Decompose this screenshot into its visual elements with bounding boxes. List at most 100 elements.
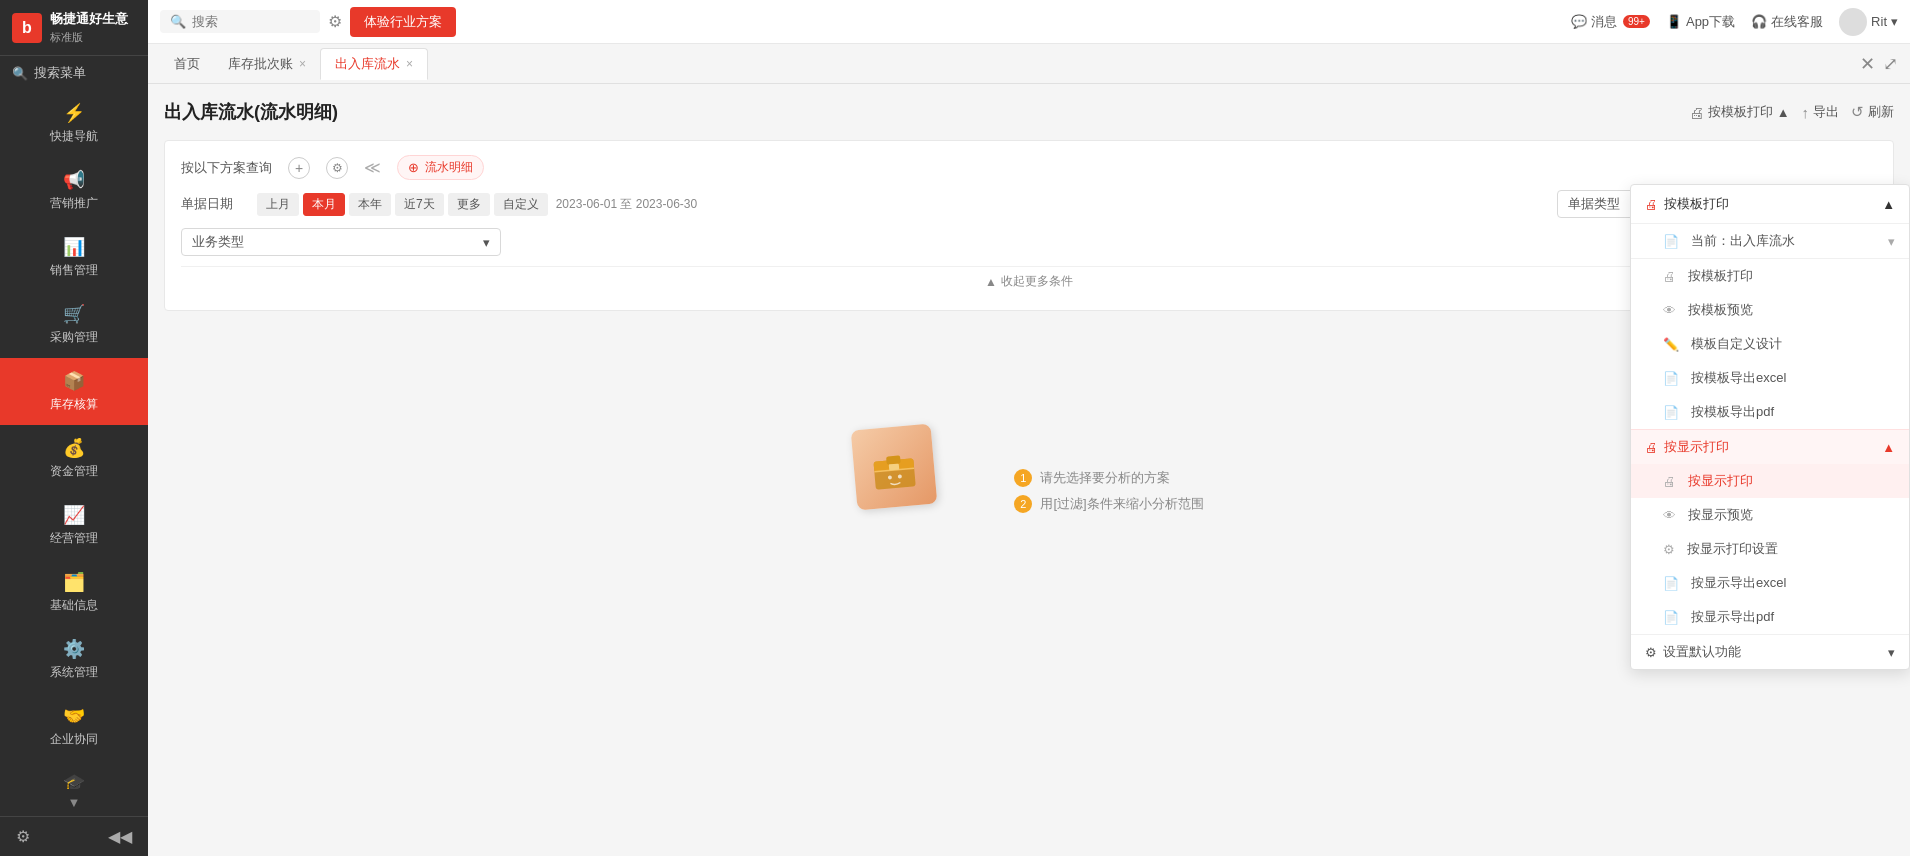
pdf-icon: 📄 [1663,610,1679,625]
app-download-btn[interactable]: 📱 App下载 [1666,13,1735,31]
customer-service-btn[interactable]: 🎧 在线客服 [1751,13,1823,31]
search-icon: 🔍 [170,14,186,29]
dropdown-current-label: 当前：出入库流水 [1691,232,1795,250]
date-last7-btn[interactable]: 近7天 [395,193,444,216]
settings-icon: ⚙ [1663,542,1675,557]
sidebar-item-sales[interactable]: 📊 销售管理 [0,224,148,291]
sidebar-item-system[interactable]: ⚙️ 系统管理 [0,626,148,693]
filter-section-label: 按以下方案查询 [181,159,272,177]
chevron-down-icon: ▾ [483,235,490,250]
sidebar-search[interactable]: 🔍 搜索菜单 [0,56,148,90]
dropdown-item-template-excel[interactable]: 📄 按模板导出excel [1631,361,1909,395]
dropdown-panel: 🖨 按模板打印 ▲ 📄 当前：出入库流水 ▾ 🖨 按模板打印 👁 按模板预览 [1630,184,1910,670]
sidebar-item-inventory[interactable]: 📦 库存核算 [0,358,148,425]
date-curr-month-btn[interactable]: 本月 [303,193,345,216]
empty-step-1: 1 请先选择要分析的方案 [1014,469,1203,487]
sidebar-item-label: 基础信息 [50,597,98,614]
dropdown-current-item[interactable]: 📄 当前：出入库流水 ▾ [1631,224,1909,258]
filter-settings-icon-btn[interactable]: ⚙ [326,157,348,179]
sidebar-item-quick-nav[interactable]: ⚡ 快捷导航 [0,90,148,157]
collapse-label: 收起更多条件 [1001,273,1073,290]
display-section-header[interactable]: 🖨 按显示打印 ▲ [1631,429,1909,464]
page-actions: 🖨 按模板打印 ▲ ↑ 导出 ↺ 刷新 [1689,103,1894,121]
dropdown-item-display-excel[interactable]: 📄 按显示导出excel [1631,566,1909,600]
sidebar-collapse-btn[interactable]: ◀◀ [108,827,132,846]
date-curr-year-btn[interactable]: 本年 [349,193,391,216]
dropdown-item-template-custom[interactable]: ✏️ 模板自定义设计 [1631,327,1909,361]
sidebar-nav: 📢 营销推广 📊 销售管理 🛒 采购管理 📦 库存核算 💰 资金管理 📈 经营管… [0,157,148,789]
export-icon: ↑ [1802,104,1810,121]
trial-btn[interactable]: 体验行业方案 [350,7,456,37]
search-input[interactable] [192,14,310,29]
app-name: 畅捷通好生意 [50,10,128,28]
chevron-down-icon: ▾ [1888,645,1895,660]
app-download-icon: 📱 [1666,14,1682,29]
dropdown-header[interactable]: 🖨 按模板打印 ▲ [1631,185,1909,224]
sidebar-item-label: 快捷导航 [50,128,98,145]
filter-tag-icon: ⊕ [408,160,419,175]
tab-batch[interactable]: 库存批次账 × [214,49,320,79]
empty-box-icon [851,424,938,511]
headset-icon: 🎧 [1751,14,1767,29]
dropdown-item-template-pdf[interactable]: 📄 按模板导出pdf [1631,395,1909,429]
document-icon: 📄 [1663,234,1679,249]
dropdown-footer-settings[interactable]: ⚙ 设置默认功能 ▾ [1631,634,1909,669]
tab-flow[interactable]: 出入库流水 × [320,48,428,80]
sidebar-item-finance[interactable]: 💰 资金管理 [0,425,148,492]
tab-home-label: 首页 [174,55,200,73]
dropdown-item-display-preview[interactable]: 👁 按显示预览 [1631,498,1909,532]
filter-row-top: 按以下方案查询 + ⚙ ≪ ⊕ 流水明细 [181,155,1877,180]
sidebar-item-basic[interactable]: 🗂️ 基础信息 [0,559,148,626]
topbar-left: 🔍 ⚙ 体验行业方案 [160,7,456,37]
user-avatar-area[interactable]: Rit ▾ [1839,8,1898,36]
sidebar-item-label: 采购管理 [50,329,98,346]
date-custom-btn[interactable]: 自定义 [494,193,548,216]
svg-rect-2 [886,455,901,464]
step1-label: 请先选择要分析的方案 [1040,469,1170,487]
date-prev-month-btn[interactable]: 上月 [257,193,299,216]
template-print-btn[interactable]: 🖨 按模板打印 ▲ [1689,103,1790,121]
biz-type-select[interactable]: 业务类型 ▾ [181,228,501,256]
export-label: 导出 [1813,103,1839,121]
tab-area-close-btn[interactable]: ✕ [1860,53,1875,75]
biz-type-label: 业务类型 [192,233,244,251]
sidebar-item-purchase[interactable]: 🛒 采购管理 [0,291,148,358]
sidebar-item-marketing[interactable]: 📢 营销推广 [0,157,148,224]
item-label: 按模板打印 [1688,267,1753,285]
refresh-label: 刷新 [1868,103,1894,121]
dropdown-item-display-print[interactable]: 🖨 按显示打印 [1631,464,1909,498]
sidebar-item-label: 系统管理 [50,664,98,681]
search-box[interactable]: 🔍 [160,10,320,33]
active-filter-tag[interactable]: ⊕ 流水明细 [397,155,484,180]
refresh-btn[interactable]: ↺ 刷新 [1851,103,1894,121]
dropdown-item-display-pdf[interactable]: 📄 按显示导出pdf [1631,600,1909,634]
tab-flow-close[interactable]: × [406,57,413,71]
filter-collapse-btn[interactable]: ≪ [364,158,381,177]
tab-area-expand-btn[interactable]: ⤢ [1883,53,1898,75]
sidebar-settings-btn[interactable]: ⚙ [16,827,30,846]
sidebar: b 畅捷通好生意 标准版 🔍 搜索菜单 ⚡ 快捷导航 📢 营销推广 📊 销售管理… [0,0,148,856]
sidebar-item-operations[interactable]: 📈 经营管理 [0,492,148,559]
date-range: 2023-06-01 至 2023-06-30 [556,196,697,213]
sidebar-item-guide[interactable]: 🎓 新手引导 [0,760,148,789]
message-btn[interactable]: 💬 消息 99+ [1571,13,1650,31]
tab-home[interactable]: 首页 [160,49,214,79]
sidebar-scroll-down[interactable]: ▼ [0,789,148,816]
dropdown-item-template-preview[interactable]: 👁 按模板预览 [1631,293,1909,327]
filter-row-biz: 业务类型 ▾ 仓库 ··· [181,228,1877,256]
pdf-icon: 📄 [1663,405,1679,420]
dropdown-item-template-print[interactable]: 🖨 按模板打印 [1631,259,1909,293]
export-btn[interactable]: ↑ 导出 [1802,103,1840,121]
gear-icon[interactable]: ⚙ [328,12,342,31]
dropdown-item-display-settings[interactable]: ⚙ 按显示打印设置 [1631,532,1909,566]
sidebar-item-collab[interactable]: 🤝 企业协同 [0,693,148,760]
item-label: 按模板导出excel [1691,369,1786,387]
sidebar-search-label: 搜索菜单 [34,64,86,82]
date-label: 单据日期 [181,195,241,213]
sidebar-item-label: 资金管理 [50,463,98,480]
filter-add-btn[interactable]: + [288,157,310,179]
date-more-btn[interactable]: 更多 [448,193,490,216]
preview-icon: 👁 [1663,303,1676,318]
collapse-more-btn[interactable]: ▲ 收起更多条件 [181,266,1877,296]
tab-batch-close[interactable]: × [299,57,306,71]
